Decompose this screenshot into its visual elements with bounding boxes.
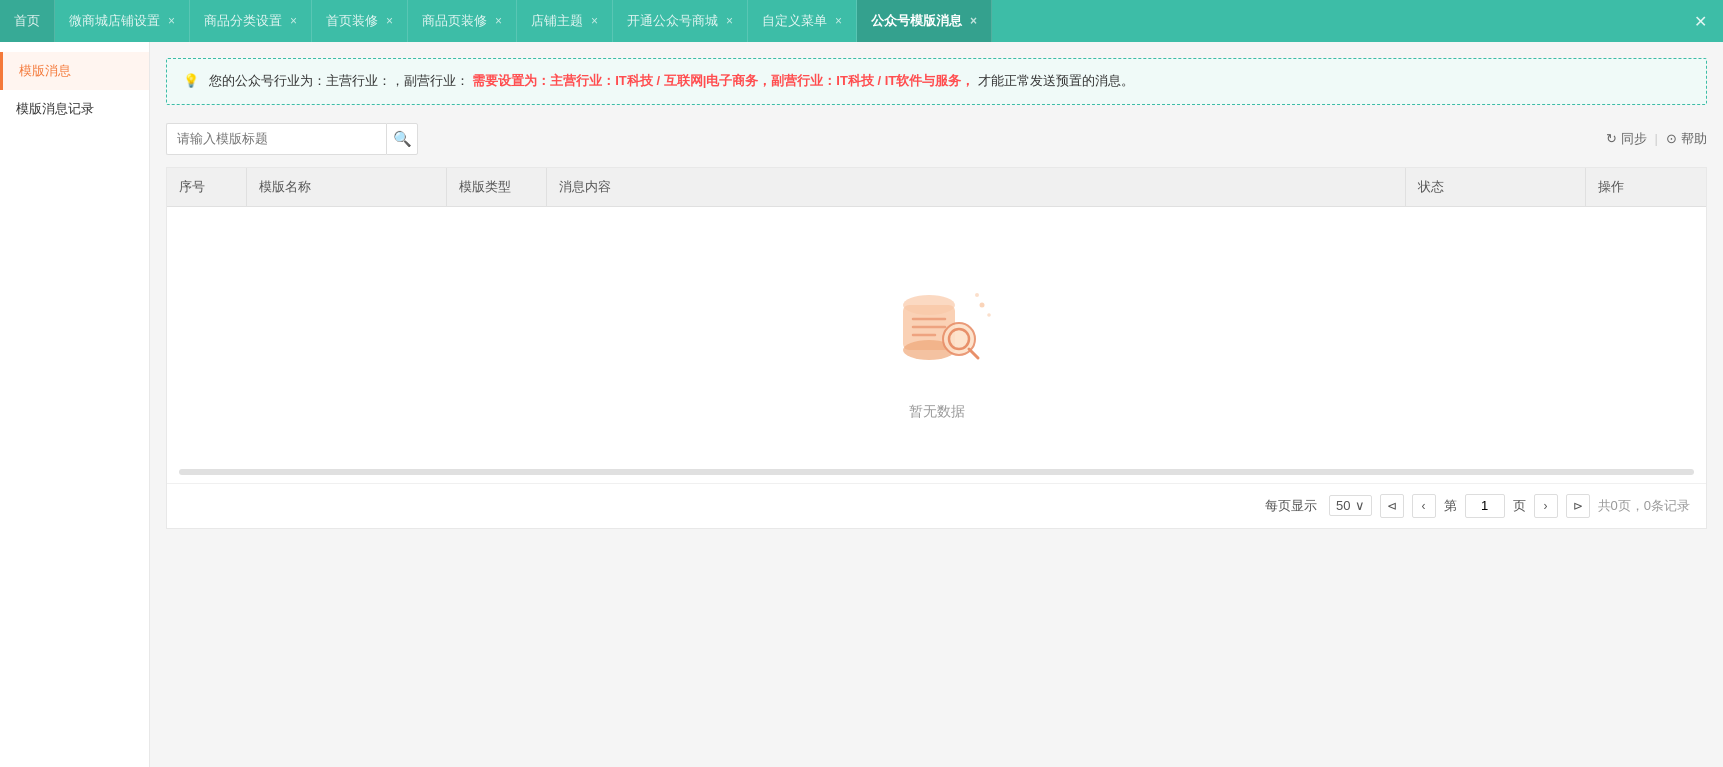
- page-size-select[interactable]: 50 ∨: [1329, 495, 1371, 516]
- sidebar: 模版消息 模版消息记录: [0, 42, 150, 767]
- tab-custom-menu-close[interactable]: ×: [835, 14, 842, 28]
- col-header-name: 模版名称: [247, 168, 447, 206]
- help-button[interactable]: ⊙ 帮助: [1666, 130, 1707, 148]
- sync-label: 同步: [1621, 130, 1647, 148]
- page-number-input[interactable]: [1465, 494, 1505, 518]
- tab-home-label: 首页: [14, 12, 40, 30]
- total-info: 共0页，0条记录: [1598, 497, 1690, 515]
- notice-box: 💡 您的公众号行业为：主营行业：，副营行业： 需要设置为：主营行业：IT科技 /…: [166, 58, 1707, 105]
- sidebar-item-template-record[interactable]: 模版消息记录: [0, 90, 149, 128]
- tab-open-mall-close[interactable]: ×: [726, 14, 733, 28]
- notice-suffix: 才能正常发送预置的消息。: [978, 73, 1134, 88]
- tab-open-mall[interactable]: 开通公众号商城 ×: [613, 0, 748, 42]
- help-icon: ⊙: [1666, 131, 1677, 146]
- scrollbar-area[interactable]: [167, 461, 1706, 483]
- svg-point-11: [975, 293, 979, 297]
- tab-store-settings-label: 微商城店铺设置: [69, 12, 160, 30]
- tab-category-settings[interactable]: 商品分类设置 ×: [190, 0, 312, 42]
- svg-line-8: [969, 349, 978, 358]
- search-bar: 🔍 ↻ 同步 | ⊙ 帮助: [166, 123, 1707, 155]
- tab-home-decor-close[interactable]: ×: [386, 14, 393, 28]
- tab-home[interactable]: 首页: [0, 0, 55, 42]
- table-header: 序号 模版名称 模版类型 消息内容 状态 操作: [167, 168, 1706, 207]
- main-layout: 模版消息 模版消息记录 💡 您的公众号行业为：主营行业：，副营行业： 需要设置为…: [0, 42, 1723, 767]
- sync-icon: ↻: [1606, 131, 1617, 146]
- tab-store-settings[interactable]: 微商城店铺设置 ×: [55, 0, 190, 42]
- search-right: ↻ 同步 | ⊙ 帮助: [1606, 130, 1707, 148]
- sidebar-item-template-message-label: 模版消息: [19, 63, 71, 78]
- page-unit: 页: [1513, 497, 1526, 515]
- empty-state: 暂无数据: [167, 207, 1706, 461]
- search-input[interactable]: [166, 123, 386, 155]
- tab-custom-menu[interactable]: 自定义菜单 ×: [748, 0, 857, 42]
- tab-home-decor[interactable]: 首页装修 ×: [312, 0, 408, 42]
- empty-text: 暂无数据: [909, 403, 965, 421]
- tab-store-theme[interactable]: 店铺主题 ×: [517, 0, 613, 42]
- tab-store-theme-label: 店铺主题: [531, 12, 583, 30]
- page-label-first: 第: [1444, 497, 1457, 515]
- sidebar-item-template-record-label: 模版消息记录: [16, 101, 94, 116]
- sidebar-item-template-message[interactable]: 模版消息: [0, 52, 149, 90]
- tab-product-decor-label: 商品页装修: [422, 12, 487, 30]
- tab-store-theme-close[interactable]: ×: [591, 14, 598, 28]
- empty-illustration: [877, 267, 997, 387]
- search-button[interactable]: 🔍: [386, 123, 418, 155]
- divider: |: [1655, 131, 1658, 146]
- first-page-button[interactable]: ⊲: [1380, 494, 1404, 518]
- col-header-type: 模版类型: [447, 168, 547, 206]
- search-left: 🔍: [166, 123, 418, 155]
- tab-bar: 首页 微商城店铺设置 × 商品分类设置 × 首页装修 × 商品页装修 × 店铺主…: [0, 0, 1723, 42]
- next-page-button[interactable]: ›: [1534, 494, 1558, 518]
- pagination: 每页显示 50 ∨ ⊲ ‹ 第 页 › ⊳ 共0页，0条记录: [167, 483, 1706, 528]
- tab-category-settings-close[interactable]: ×: [290, 14, 297, 28]
- sync-button[interactable]: ↻ 同步: [1606, 130, 1647, 148]
- prev-page-button[interactable]: ‹: [1412, 494, 1436, 518]
- col-header-content: 消息内容: [547, 168, 1406, 206]
- search-icon: 🔍: [393, 130, 412, 148]
- tab-home-decor-label: 首页装修: [326, 12, 378, 30]
- tab-category-settings-label: 商品分类设置: [204, 12, 282, 30]
- last-page-button[interactable]: ⊳: [1566, 494, 1590, 518]
- page-size-dropdown-icon: ∨: [1355, 498, 1365, 513]
- tab-product-decor-close[interactable]: ×: [495, 14, 502, 28]
- col-header-seq: 序号: [167, 168, 247, 206]
- tab-product-decor[interactable]: 商品页装修 ×: [408, 0, 517, 42]
- svg-point-9: [979, 302, 984, 307]
- page-size-value: 50: [1336, 498, 1350, 513]
- notice-prefix: 您的公众号行业为：主营行业：，副营行业：: [209, 73, 469, 88]
- bulb-icon: 💡: [183, 73, 199, 88]
- tab-template-message-label: 公众号模版消息: [871, 12, 962, 30]
- svg-point-10: [987, 313, 991, 317]
- tab-bar-close-all[interactable]: ✕: [1678, 12, 1723, 31]
- tab-open-mall-label: 开通公众号商城: [627, 12, 718, 30]
- data-table: 序号 模版名称 模版类型 消息内容 状态 操作: [166, 167, 1707, 529]
- content-area: 💡 您的公众号行业为：主营行业：，副营行业： 需要设置为：主营行业：IT科技 /…: [150, 42, 1723, 767]
- page-size-label: 每页显示: [1265, 497, 1317, 515]
- tab-template-message[interactable]: 公众号模版消息 ×: [857, 0, 992, 42]
- col-header-status: 状态: [1406, 168, 1586, 206]
- col-header-action: 操作: [1586, 168, 1706, 206]
- notice-highlight: 需要设置为：主营行业：IT科技 / 互联网|电子商务，副营行业：IT科技 / I…: [472, 73, 974, 88]
- tab-template-message-close[interactable]: ×: [970, 14, 977, 28]
- help-label: 帮助: [1681, 130, 1707, 148]
- horizontal-scrollbar[interactable]: [179, 469, 1694, 475]
- tab-store-settings-close[interactable]: ×: [168, 14, 175, 28]
- tab-custom-menu-label: 自定义菜单: [762, 12, 827, 30]
